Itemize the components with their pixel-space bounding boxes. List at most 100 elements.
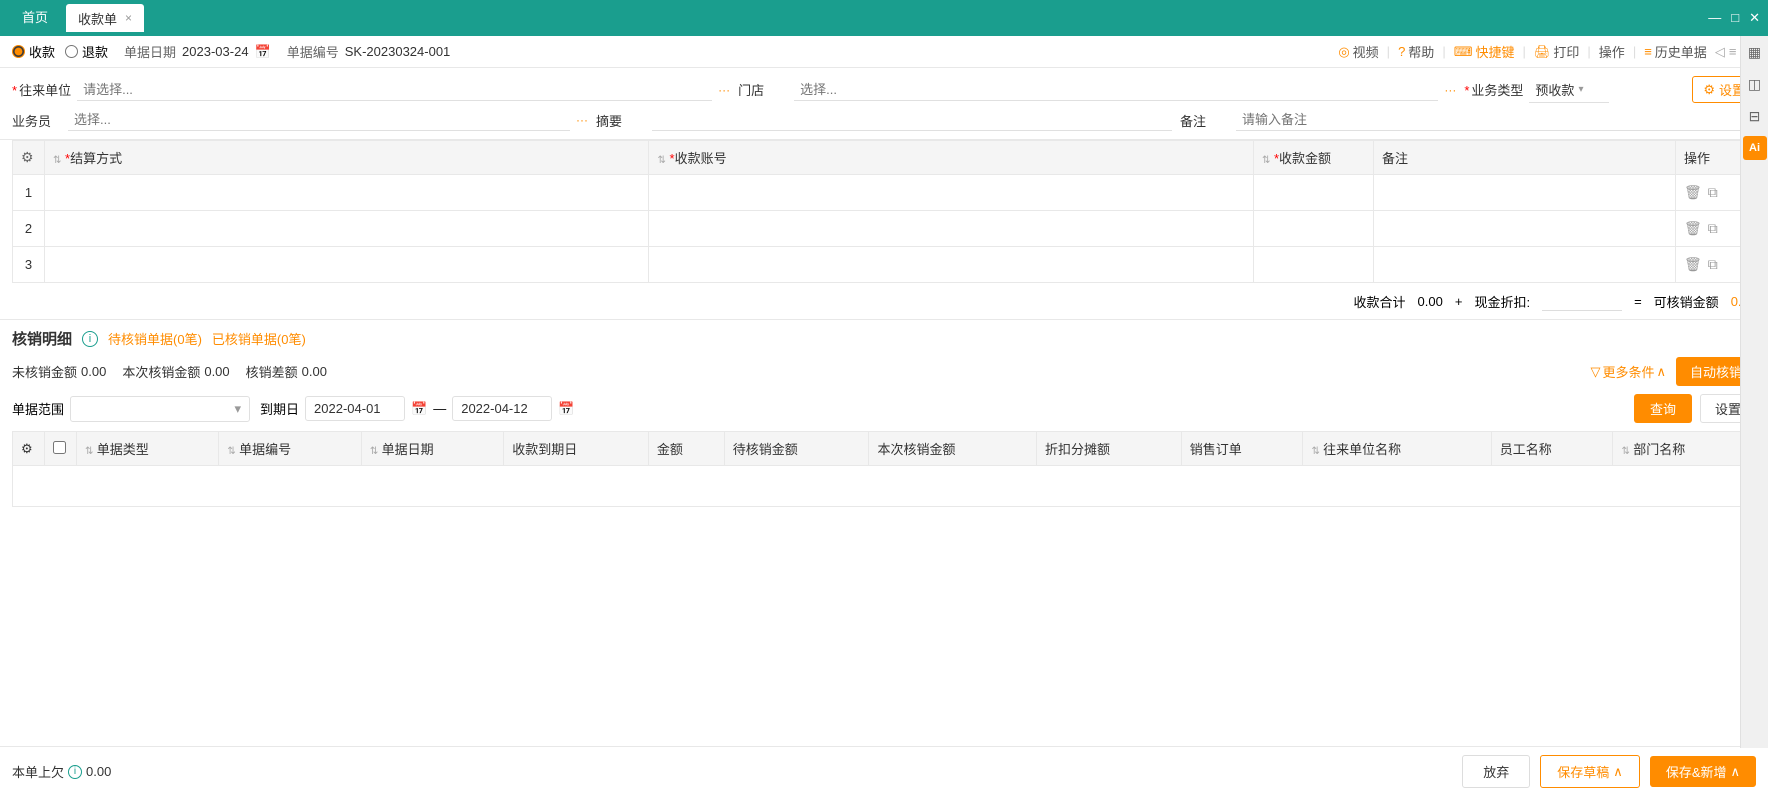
equals-icon: = xyxy=(1634,294,1642,309)
doc-num-value: SK-20230324-001 xyxy=(345,44,451,59)
filter-icon: ▽ xyxy=(1590,364,1600,380)
sidebar-doc-icon[interactable]: ◫ xyxy=(1743,72,1767,96)
shortcut-btn[interactable]: ⌨ 快捷键 xyxy=(1454,42,1515,61)
top-nav: 首页 收款单 × — □ ✕ xyxy=(0,0,1768,36)
nav-tab-close[interactable]: × xyxy=(125,11,132,25)
table-settings-icon[interactable]: ⚙ xyxy=(21,149,34,165)
history-icon: ≡ xyxy=(1644,44,1652,59)
cell-remark-2[interactable] xyxy=(1373,211,1675,247)
window-close-btn[interactable]: ✕ xyxy=(1749,10,1760,26)
filter-date-from-input[interactable] xyxy=(305,396,405,421)
row-copy-icon-2[interactable]: ⧉ xyxy=(1708,220,1718,237)
query-btn[interactable]: 查询 xyxy=(1634,394,1692,423)
nav-prev-icon[interactable]: ◁ xyxy=(1715,44,1725,60)
nav-home[interactable]: 首页 xyxy=(8,0,62,36)
cell-amount-3[interactable] xyxy=(1253,247,1373,283)
available-label: 可核销金额 xyxy=(1654,292,1719,311)
window-min-btn[interactable]: — xyxy=(1708,10,1721,26)
right-sidebar: ▦ ◫ ⊟ Ai xyxy=(1740,36,1768,748)
print-btn[interactable]: 🖨 打印 xyxy=(1534,42,1580,61)
unverified-stat: 未核销金额 0.00 xyxy=(12,362,106,381)
filter-range-field: 单据范围 ▾ xyxy=(12,396,250,422)
hexiao-pending-tab[interactable]: 待核销单据(0笔) xyxy=(108,329,202,348)
shortcut-icon: ⌨ xyxy=(1454,44,1473,60)
cell-account-1[interactable] xyxy=(649,175,1253,211)
filter-range-select[interactable]: ▾ xyxy=(70,396,250,422)
receipt-table: ⚙ ⇅ 结算方式 ⇅ 收款账号 ⇅ 收款金额 xyxy=(12,140,1756,283)
row-copy-icon-3[interactable]: ⧉ xyxy=(1708,256,1718,273)
hexiao-section: 核销明细 i 待核销单据(0笔) 已核销单据(0笔) 未核销金额 0.00 本次… xyxy=(0,320,1768,746)
staff-more-btn[interactable]: ··· xyxy=(576,113,588,127)
hexiao-info-icon[interactable]: i xyxy=(82,331,98,347)
hexiao-table-wrapper: ⚙ ⇅ 单据类型 ⇅ 单据编号 ⇅ 单据日期 收款到期日 金额 待核销金额 本次 xyxy=(12,431,1756,738)
row-delete-icon-3[interactable]: 🗑 xyxy=(1684,256,1702,273)
save-new-btn[interactable]: 保存&新增 ∧ xyxy=(1650,756,1756,787)
staff-input[interactable] xyxy=(68,109,570,131)
video-btn[interactable]: ◎ 视频 xyxy=(1338,42,1378,61)
sidebar-ai-icon[interactable]: Ai xyxy=(1743,136,1767,160)
date-from-icon[interactable]: 📅 xyxy=(411,401,427,417)
bottom-table-empty-row xyxy=(13,466,1756,507)
counterparty-label: 往来单位 xyxy=(12,80,71,99)
radio-receive-input[interactable] xyxy=(12,45,25,58)
radio-refund-input[interactable] xyxy=(65,45,78,58)
bth-doc-date: ⇅ 单据日期 xyxy=(361,432,503,466)
doc-num-group: 单据编号 SK-20230324-001 xyxy=(287,42,451,61)
bottom-info-icon[interactable]: i xyxy=(68,765,82,779)
date-to-icon[interactable]: 📅 xyxy=(558,401,574,417)
counterparty-input[interactable] xyxy=(77,79,712,101)
cell-settlement-2[interactable] xyxy=(45,211,649,247)
biztype-select[interactable]: 预收款 ▾ xyxy=(1529,77,1609,103)
more-conditions-btn[interactable]: ▽ 更多条件 ∧ xyxy=(1590,362,1666,381)
chevron-up-icon: ∧ xyxy=(1656,364,1666,380)
draft-btn[interactable]: 保存草稿 ∧ xyxy=(1540,755,1640,788)
cell-settlement-1[interactable] xyxy=(45,175,649,211)
sidebar-table-icon[interactable]: ▦ xyxy=(1743,40,1767,64)
window-max-btn[interactable]: □ xyxy=(1731,10,1739,26)
history-btn[interactable]: ≡ 历史单据 xyxy=(1644,42,1707,61)
cell-remark-3[interactable] xyxy=(1373,247,1675,283)
toolbar-right: ◎ 视频 | ? 帮助 | ⌨ 快捷键 | 🖨 打印 | xyxy=(1338,42,1756,61)
btable-settings-icon[interactable]: ⚙ xyxy=(21,441,33,456)
table-row: 2 🗑 ⧉ xyxy=(13,211,1756,247)
bth-due-date: 收款到期日 xyxy=(504,432,649,466)
row-delete-icon-1[interactable]: 🗑 xyxy=(1684,184,1702,201)
help-btn[interactable]: ? 帮助 xyxy=(1398,42,1434,61)
hexiao-table: ⚙ ⇅ 单据类型 ⇅ 单据编号 ⇅ 单据日期 收款到期日 金额 待核销金额 本次 xyxy=(12,431,1756,507)
shop-label: 门店 xyxy=(738,80,788,99)
nav-tab-receipt[interactable]: 收款单 × xyxy=(66,4,144,32)
calendar-icon[interactable]: 📅 xyxy=(255,44,271,60)
cell-account-3[interactable] xyxy=(649,247,1253,283)
radio-refund[interactable]: 退款 xyxy=(65,42,108,61)
shop-input[interactable] xyxy=(794,79,1438,101)
row-copy-icon-1[interactable]: ⧉ xyxy=(1708,184,1718,201)
sidebar-link-icon[interactable]: ⊟ xyxy=(1743,104,1767,128)
cell-settlement-3[interactable] xyxy=(45,247,649,283)
select-all-checkbox[interactable] xyxy=(53,441,66,454)
cell-amount-2[interactable] xyxy=(1253,211,1373,247)
row-num-2: 2 xyxy=(13,211,45,247)
filter-date-to-input[interactable] xyxy=(452,396,552,421)
view-list-icon[interactable]: ≡ xyxy=(1729,44,1737,60)
operate-btn[interactable]: 操作 xyxy=(1599,42,1625,61)
hexiao-done-tab[interactable]: 已核销单据(0笔) xyxy=(212,329,306,348)
cell-amount-1[interactable] xyxy=(1253,175,1373,211)
shop-more-btn[interactable]: ··· xyxy=(1444,83,1456,97)
summary-input[interactable] xyxy=(652,109,1172,131)
table-row: 1 🗑 ⧉ xyxy=(13,175,1756,211)
abandon-btn[interactable]: 放弃 xyxy=(1462,755,1530,788)
row-delete-icon-2[interactable]: 🗑 xyxy=(1684,220,1702,237)
note-input[interactable] xyxy=(1236,109,1756,131)
receipt-type-radio: 收款 退款 xyxy=(12,42,108,61)
doc-num-label: 单据编号 xyxy=(287,42,339,61)
discount-input[interactable] xyxy=(1542,291,1622,311)
bth-doc-num: ⇅ 单据编号 xyxy=(219,432,361,466)
radio-receive[interactable]: 收款 xyxy=(12,42,55,61)
th-amount: ⇅ 收款金额 xyxy=(1253,141,1373,175)
cell-account-2[interactable] xyxy=(649,211,1253,247)
filter-section: 单据范围 ▾ 到期日 📅 — 📅 查询 设置 xyxy=(12,394,1756,423)
counterparty-more-btn[interactable]: ··· xyxy=(718,83,730,97)
th-remark: 备注 xyxy=(1373,141,1675,175)
cell-remark-1[interactable] xyxy=(1373,175,1675,211)
bottom-info: 本单上欠 i 0.00 xyxy=(12,762,111,781)
